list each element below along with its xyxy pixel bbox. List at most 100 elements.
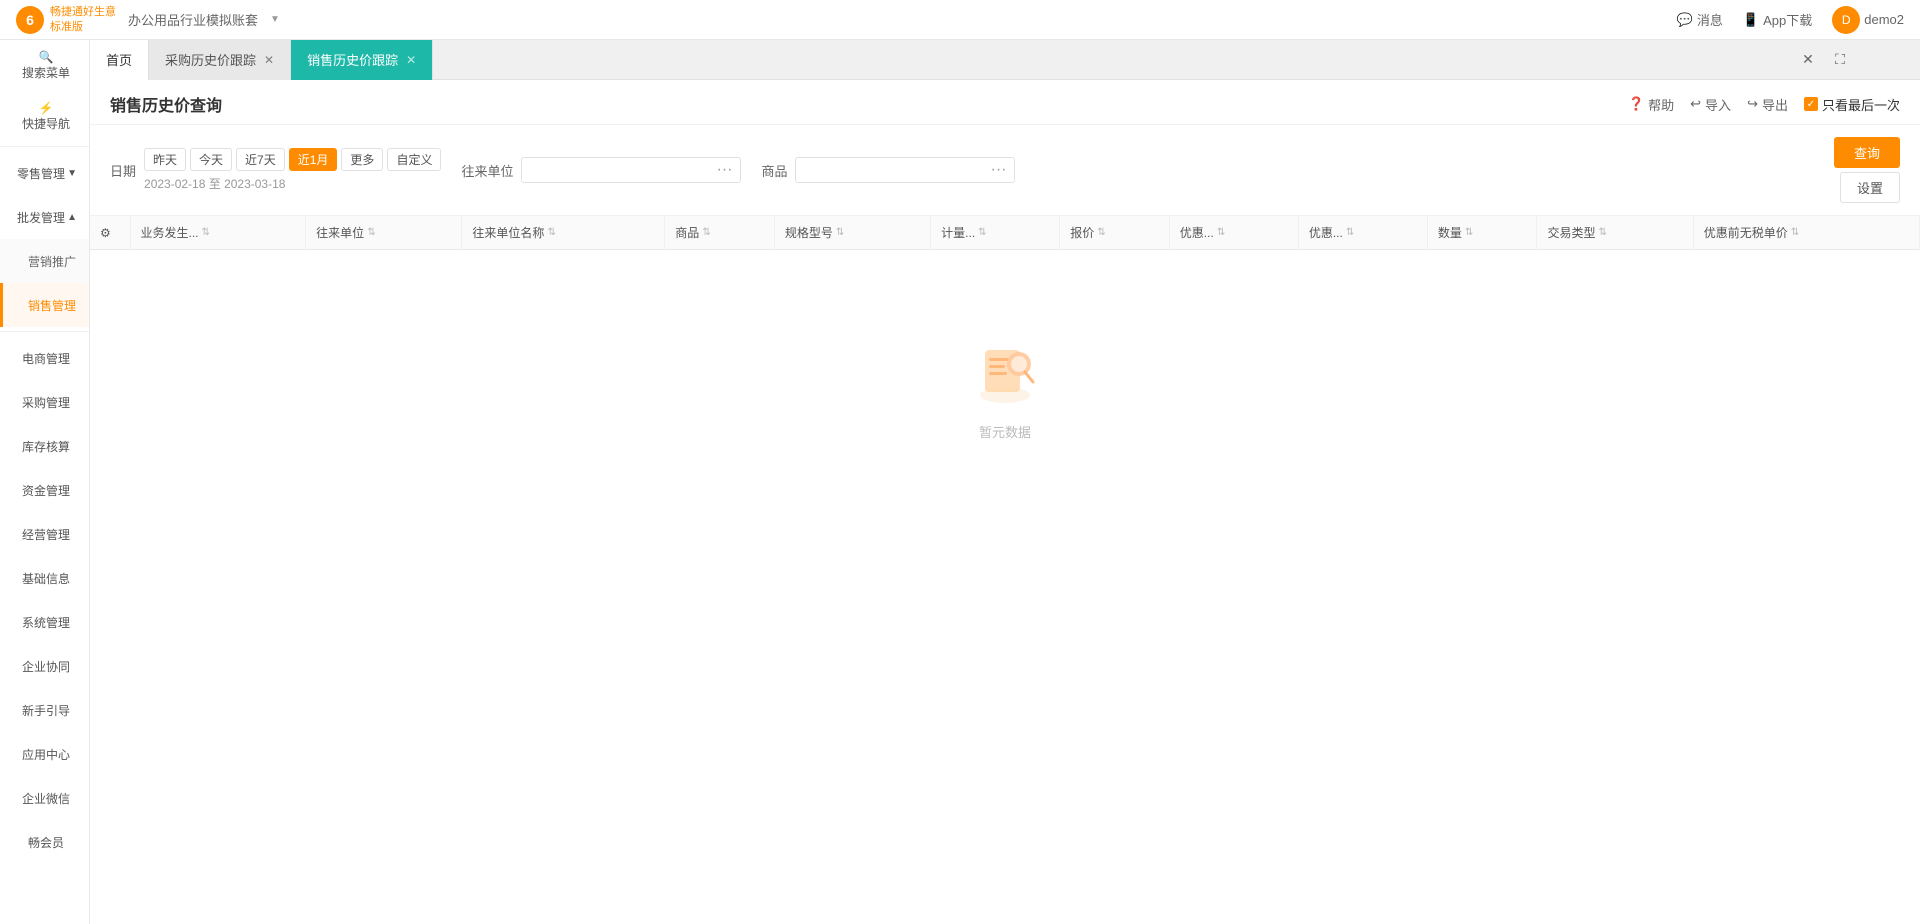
partner-dots-icon[interactable]: ··· bbox=[716, 161, 732, 179]
import-action[interactable]: ↩ 导入 bbox=[1690, 95, 1731, 114]
logo-area: 6 畅捷通好生意 标准版 bbox=[16, 5, 116, 34]
sidebar-item-purchase[interactable]: 采购管理 bbox=[0, 380, 89, 424]
filter-bar: 日期 昨天 今天 近7天 近1月 更多 自定义 2023-02-18 至 202… bbox=[90, 125, 1920, 216]
dropdown-icon[interactable]: ▼ bbox=[270, 14, 280, 25]
th-spec[interactable]: 规格型号⇅ bbox=[774, 216, 930, 250]
partner-label: 往来单位 bbox=[461, 161, 513, 180]
sidebar-item-wholesale[interactable]: 批发管理 ▲ bbox=[0, 195, 89, 239]
query-button[interactable]: 查询 bbox=[1834, 137, 1900, 168]
sort-icon: ⇅ bbox=[1598, 227, 1606, 238]
th-biz-date[interactable]: 业务发生...⇅ bbox=[130, 216, 306, 250]
sidebar-item-newbie[interactable]: 新手引导 bbox=[0, 688, 89, 732]
date-btn-yesterday[interactable]: 昨天 bbox=[144, 148, 186, 171]
sort-icon: ⇅ bbox=[1791, 227, 1799, 238]
settings-button[interactable]: 设置 bbox=[1840, 172, 1900, 203]
th-tax-price[interactable]: 优惠前无税单价⇅ bbox=[1693, 216, 1919, 250]
date-filter-group: 日期 昨天 今天 近7天 近1月 更多 自定义 2023-02-18 至 202… bbox=[110, 148, 441, 192]
tab-purchase-history[interactable]: 采购历史价跟踪 ✕ bbox=[149, 40, 291, 80]
sort-icon: ⇅ bbox=[367, 227, 375, 238]
table-header: ⚙ 业务发生...⇅ 往来单位⇅ 往来单位名称⇅ bbox=[90, 216, 1920, 250]
page-title: 销售历史价查询 bbox=[110, 92, 222, 116]
date-btn-1month[interactable]: 近1月 bbox=[289, 148, 338, 171]
tab-sales-history[interactable]: 销售历史价跟踪 ✕ bbox=[291, 40, 433, 80]
message-action[interactable]: 💬 消息 bbox=[1677, 10, 1723, 29]
sidebar-item-enterprise[interactable]: 企业协同 bbox=[0, 644, 89, 688]
sidebar-item-sales[interactable]: 销售管理 bbox=[0, 283, 89, 327]
only-last-checkbox[interactable]: ✓ 只看最后一次 bbox=[1804, 95, 1900, 114]
empty-text: 暂元数据 bbox=[979, 422, 1031, 441]
th-partner-name[interactable]: 往来单位名称⇅ bbox=[462, 216, 665, 250]
th-price[interactable]: 报价⇅ bbox=[1060, 216, 1170, 250]
export-icon: ↪ bbox=[1747, 96, 1758, 112]
product-label: 商品 bbox=[761, 161, 787, 180]
sidebar-item-inventory[interactable]: 库存核算 bbox=[0, 424, 89, 468]
th-discount1[interactable]: 优惠...⇅ bbox=[1169, 216, 1298, 250]
date-btn-custom[interactable]: 自定义 bbox=[387, 148, 441, 171]
download-action[interactable]: 📱 App下载 bbox=[1743, 10, 1812, 29]
th-trade-type[interactable]: 交易类型⇅ bbox=[1537, 216, 1693, 250]
download-icon: 📱 bbox=[1743, 12, 1759, 28]
sidebar-item-marketing[interactable]: 营销推广 bbox=[0, 239, 89, 283]
th-quantity[interactable]: 数量⇅ bbox=[1427, 216, 1537, 250]
sort-icon: ⇅ bbox=[202, 227, 210, 238]
tab-close-all-button[interactable]: ✕ bbox=[1796, 48, 1820, 72]
sidebar-item-search[interactable]: 🔍 搜索菜单 bbox=[0, 40, 89, 91]
tab-close-sales[interactable]: ✕ bbox=[406, 53, 416, 67]
sidebar-item-apps[interactable]: 应用中心 bbox=[0, 732, 89, 776]
partner-input[interactable] bbox=[530, 163, 716, 178]
date-buttons: 昨天 今天 近7天 近1月 更多 自定义 bbox=[144, 148, 441, 171]
th-partner-code[interactable]: 往来单位⇅ bbox=[306, 216, 462, 250]
content-area: 首页 采购历史价跟踪 ✕ 销售历史价跟踪 ✕ ✕ ⛶ 销售历史价查询 bbox=[90, 40, 1920, 924]
sidebar-item-operation[interactable]: 经营管理 bbox=[0, 512, 89, 556]
message-icon: 💬 bbox=[1677, 12, 1693, 28]
sidebar-item-basic[interactable]: 基础信息 bbox=[0, 556, 89, 600]
partner-filter-group: 往来单位 ··· bbox=[461, 157, 741, 183]
sidebar-item-finance[interactable]: 资金管理 bbox=[0, 468, 89, 512]
empty-state: 暂元数据 bbox=[90, 250, 1920, 521]
sidebar: 🔍 搜索菜单 ⚡ 快捷导航 零售管理 ▼ 批发管理 ▲ 营销推广 销售管理 电商… bbox=[0, 40, 90, 924]
sort-icon: ⇅ bbox=[702, 227, 710, 238]
import-icon: ↩ bbox=[1690, 96, 1701, 112]
date-btn-today[interactable]: 今天 bbox=[190, 148, 232, 171]
product-filter-group: 商品 ··· bbox=[761, 157, 1015, 183]
page-header: 销售历史价查询 ❓ 帮助 ↩ 导入 ↪ 导出 ✓ bbox=[90, 80, 1920, 125]
product-dots-icon[interactable]: ··· bbox=[991, 161, 1007, 179]
date-btn-7days[interactable]: 近7天 bbox=[236, 148, 285, 171]
tab-close-purchase[interactable]: ✕ bbox=[264, 53, 274, 67]
search-icon: 🔍 bbox=[39, 50, 54, 64]
top-bar-right: 💬 消息 📱 App下载 D demo2 bbox=[1677, 6, 1904, 34]
empty-icon bbox=[965, 330, 1045, 410]
th-unit[interactable]: 计量...⇅ bbox=[931, 216, 1060, 250]
table-container: ⚙ 业务发生...⇅ 往来单位⇅ 往来单位名称⇅ bbox=[90, 216, 1920, 924]
user-action[interactable]: D demo2 bbox=[1832, 6, 1904, 34]
top-bar-left: 6 畅捷通好生意 标准版 办公用品行业模拟账套 ▼ bbox=[16, 5, 280, 34]
sort-icon: ⇅ bbox=[1465, 227, 1473, 238]
sidebar-item-shortcut[interactable]: ⚡ 快捷导航 bbox=[0, 91, 89, 142]
th-product[interactable]: 商品⇅ bbox=[665, 216, 775, 250]
sidebar-item-wechat[interactable]: 企业微信 bbox=[0, 776, 89, 820]
sidebar-item-member[interactable]: 畅会员 bbox=[0, 820, 89, 864]
tab-bar-actions: ✕ ⛶ bbox=[1796, 48, 1860, 72]
sidebar-item-ecommerce[interactable]: 电商管理 bbox=[0, 336, 89, 380]
tab-home[interactable]: 首页 bbox=[90, 40, 149, 80]
product-input-wrapper: ··· bbox=[795, 157, 1015, 183]
chevron-down-icon: ▼ bbox=[67, 168, 77, 179]
main-layout: 🔍 搜索菜单 ⚡ 快捷导航 零售管理 ▼ 批发管理 ▲ 营销推广 销售管理 电商… bbox=[0, 40, 1920, 924]
chevron-up-icon: ▲ bbox=[67, 212, 77, 223]
date-btn-more[interactable]: 更多 bbox=[341, 148, 383, 171]
help-action[interactable]: ❓ 帮助 bbox=[1628, 95, 1674, 114]
th-discount2[interactable]: 优惠...⇅ bbox=[1298, 216, 1427, 250]
checkbox-icon: ✓ bbox=[1804, 97, 1818, 111]
sort-icon: ⇅ bbox=[1097, 227, 1105, 238]
sidebar-item-system[interactable]: 系统管理 bbox=[0, 600, 89, 644]
sort-icon: ⇅ bbox=[547, 227, 555, 238]
shortcut-icon: ⚡ bbox=[39, 101, 54, 115]
export-action[interactable]: ↪ 导出 bbox=[1747, 95, 1788, 114]
logo-icon: 6 bbox=[16, 6, 44, 34]
sidebar-item-retail[interactable]: 零售管理 ▼ bbox=[0, 151, 89, 195]
gear-icon: ⚙ bbox=[100, 226, 111, 240]
sort-icon: ⇅ bbox=[978, 227, 986, 238]
th-gear[interactable]: ⚙ bbox=[90, 216, 130, 250]
tab-fullscreen-button[interactable]: ⛶ bbox=[1828, 48, 1852, 72]
product-input[interactable] bbox=[804, 163, 990, 178]
